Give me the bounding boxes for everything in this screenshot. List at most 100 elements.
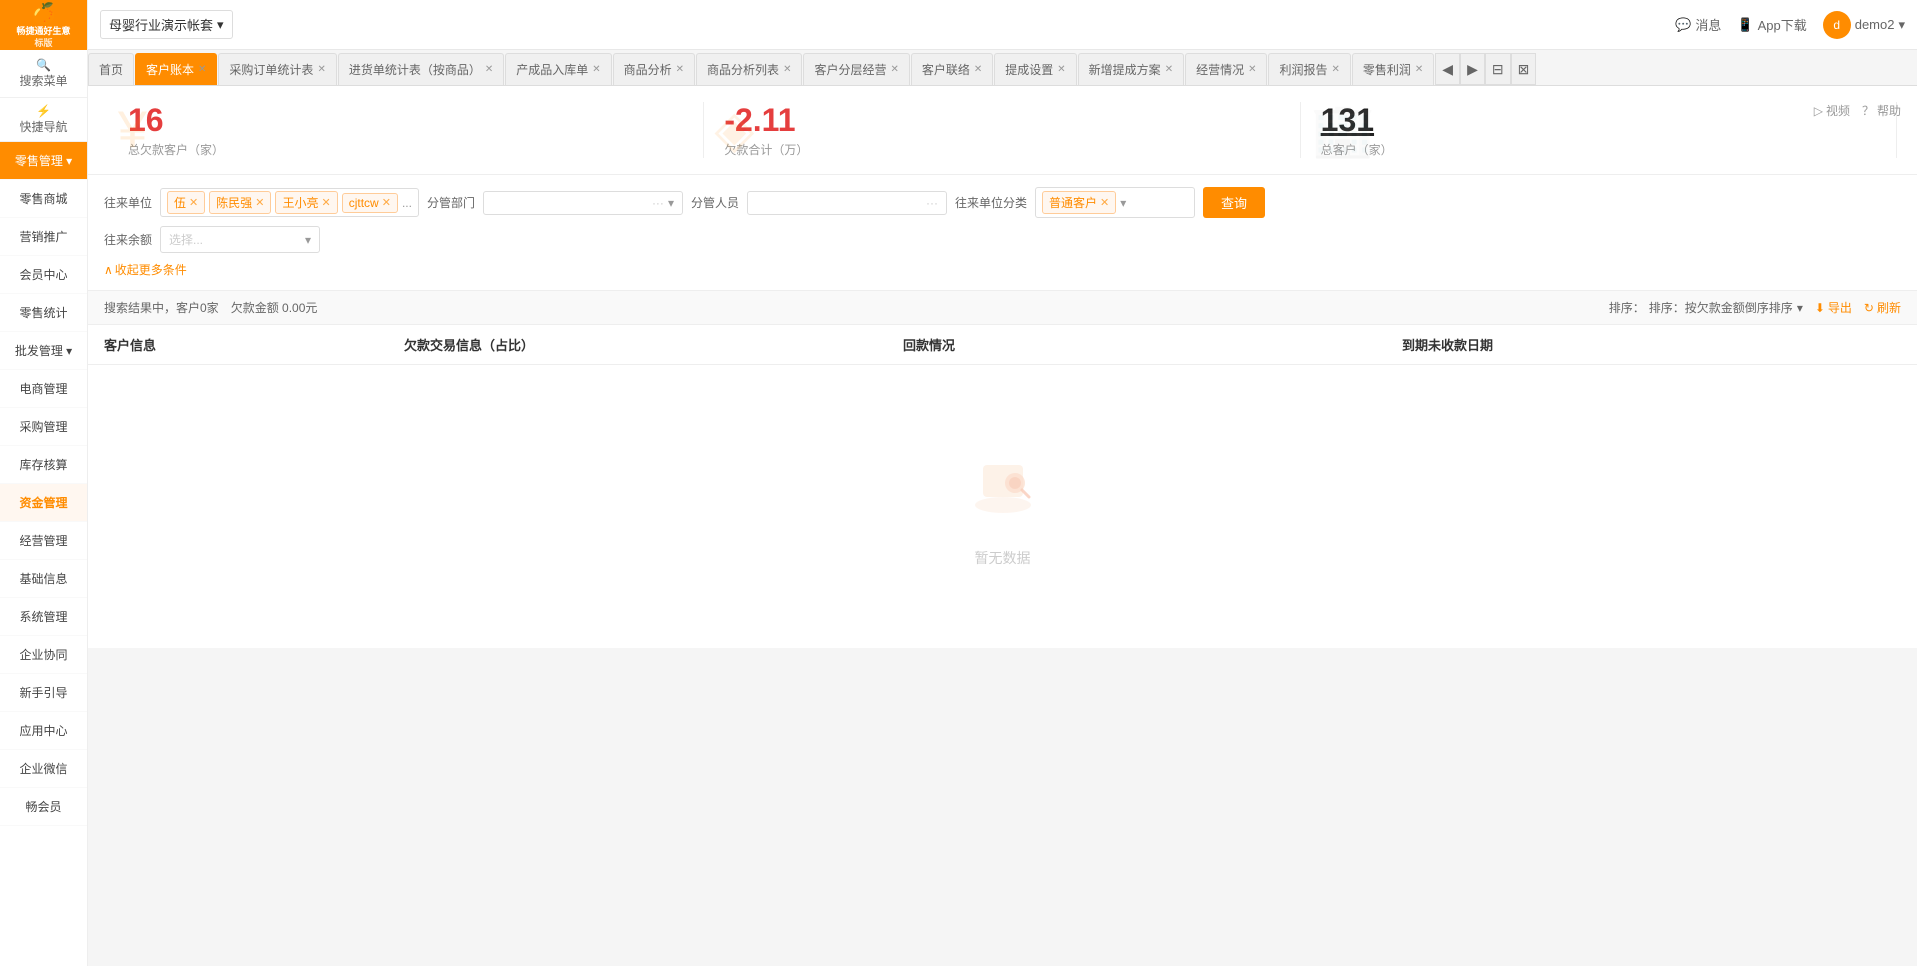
- video-btn[interactable]: ▷ 视频: [1814, 102, 1850, 119]
- tab-close-contact[interactable]: ✕: [974, 64, 982, 75]
- category-label: 往来单位分类: [955, 194, 1027, 211]
- category-tag-close[interactable]: ✕: [1100, 196, 1109, 209]
- sidebar-item-retail-stats[interactable]: 零售统计: [0, 294, 87, 332]
- sidebar-item-enterprise[interactable]: 企业协同: [0, 636, 87, 674]
- sidebar-item-retail-mgmt[interactable]: 零售管理 ▾: [0, 142, 87, 180]
- sidebar-item-appcenter[interactable]: 应用中心: [0, 712, 87, 750]
- tab-production[interactable]: 产成品入库单 ✕: [505, 53, 611, 85]
- topbar-right: 💬 消息 📱 App下载 d demo2 ▾: [1675, 11, 1905, 39]
- tab-close-purchase[interactable]: ✕: [317, 64, 325, 75]
- more-icon: ···: [652, 196, 664, 210]
- unit-tag-cj-close[interactable]: ✕: [382, 196, 391, 209]
- filter-row-1: 往来单位 伍 ✕ 陈民强 ✕ 王小亮 ✕: [104, 187, 1901, 218]
- sort-selector[interactable]: 排序： 排序：按欠款金额倒序排序 ▾: [1609, 299, 1803, 316]
- account-selector[interactable]: 母婴行业演示帐套 ▾: [100, 10, 233, 39]
- table-header: 客户信息 欠款交易信息（占比） 回款情况 到期未收款日期: [88, 325, 1917, 365]
- sidebar-item-basic[interactable]: 基础信息: [0, 560, 87, 598]
- tab-accounts[interactable]: 客户账本 ✕: [135, 53, 217, 85]
- tab-home[interactable]: 首页: [88, 53, 134, 85]
- balance-select[interactable]: 选择... ▾: [160, 226, 320, 253]
- unit-filter-input[interactable]: 伍 ✕ 陈民强 ✕ 王小亮 ✕ cjttcw ✕: [160, 188, 419, 217]
- col-due-date: 到期未收款日期: [1402, 335, 1901, 354]
- app-download-btn[interactable]: 📱 App下载: [1737, 15, 1806, 34]
- col-repayment: 回款情况: [903, 335, 1402, 354]
- tab-minimize-btn[interactable]: ⊟: [1485, 53, 1511, 85]
- query-button[interactable]: 查询: [1203, 187, 1265, 218]
- help-btn[interactable]: ？ 帮助: [1862, 102, 1901, 119]
- unit-filter-more[interactable]: ...: [402, 196, 412, 210]
- tab-goods-list[interactable]: 商品分析列表 ✕: [696, 53, 802, 85]
- tab-close-retailprofit[interactable]: ✕: [1415, 64, 1423, 75]
- tab-close-production[interactable]: ✕: [592, 64, 600, 75]
- stat-bg-icon-customers: ¥: [118, 100, 147, 160]
- sidebar-item-marketing[interactable]: 营销推广: [0, 218, 87, 256]
- tab-close-goodslist[interactable]: ✕: [783, 64, 791, 75]
- dept-select[interactable]: ··· ▾: [483, 191, 683, 215]
- tab-customer-contact[interactable]: 客户联络 ✕: [911, 53, 993, 85]
- collapse-arrow-icon: ∧: [104, 263, 113, 277]
- col-overdue-info: 欠款交易信息（占比）: [404, 335, 903, 354]
- unit-tag-wu-close[interactable]: ✕: [189, 196, 198, 209]
- empty-state: 暂无数据: [88, 365, 1917, 648]
- help-icon: ？: [1862, 102, 1874, 119]
- tab-close-accounts[interactable]: ✕: [198, 64, 206, 75]
- quick-nav[interactable]: ⚡ 快捷导航: [0, 98, 87, 142]
- tab-close-goods[interactable]: ✕: [676, 64, 684, 75]
- chevron-down-icon: ▾: [217, 17, 224, 33]
- result-actions: 排序： 排序：按欠款金额倒序排序 ▾ ⬇ 导出 ↻ 刷新: [1609, 299, 1901, 316]
- sidebar-item-system[interactable]: 系统管理: [0, 598, 87, 636]
- refresh-button[interactable]: ↻ 刷新: [1864, 299, 1901, 316]
- sidebar-item-newguide[interactable]: 新手引导: [0, 674, 87, 712]
- sidebar-item-ecommerce[interactable]: 电商管理: [0, 370, 87, 408]
- sidebar-item-retail-mall[interactable]: 零售商城: [0, 180, 87, 218]
- tab-goods-analysis[interactable]: 商品分析 ✕: [613, 53, 695, 85]
- balance-placeholder: 选择...: [169, 231, 301, 248]
- tabbar: 首页 客户账本 ✕ 采购订单统计表 ✕ 进货单统计表（按商品） ✕ 产成品入库单…: [88, 50, 1917, 86]
- tab-operations[interactable]: 经营情况 ✕: [1185, 53, 1267, 85]
- tab-purchase-orders[interactable]: 采购订单统计表 ✕: [218, 53, 336, 85]
- sidebar-item-operations[interactable]: 经营管理: [0, 522, 87, 560]
- unit-tag-chen-close[interactable]: ✕: [255, 196, 264, 209]
- tab-prev-btn[interactable]: ◀: [1435, 53, 1460, 85]
- tab-close-ops[interactable]: ✕: [1248, 64, 1256, 75]
- messages-btn[interactable]: 💬 消息: [1675, 15, 1721, 34]
- chevron-down-sort: ▾: [1797, 301, 1803, 315]
- tab-new-raise[interactable]: 新增提成方案 ✕: [1078, 53, 1184, 85]
- export-icon: ⬇: [1815, 301, 1825, 315]
- tab-next-btn[interactable]: ▶: [1460, 53, 1485, 85]
- refresh-icon: ↻: [1864, 301, 1874, 315]
- balance-label: 往来余额: [104, 231, 152, 248]
- result-info: 搜索结果中，客户0家 欠款金额 0.00元: [104, 299, 317, 316]
- logo: 🍊 畅捷通好生意 标版: [0, 0, 87, 50]
- tab-maximize-btn[interactable]: ⊠: [1511, 53, 1537, 85]
- unit-tag-wang: 王小亮 ✕: [275, 191, 337, 214]
- tab-raise-settings[interactable]: 提成设置 ✕: [994, 53, 1076, 85]
- user-menu[interactable]: d demo2 ▾: [1823, 11, 1905, 39]
- play-icon: ▷: [1814, 104, 1823, 118]
- logo-icon: 🍊: [31, 1, 56, 26]
- tab-customer-mgmt[interactable]: 客户分层经营 ✕: [803, 53, 909, 85]
- category-select[interactable]: 普通客户 ✕ ▾: [1035, 187, 1195, 218]
- category-tag-normal: 普通客户 ✕: [1042, 191, 1116, 214]
- person-select[interactable]: ···: [747, 191, 947, 215]
- sidebar-item-purchase[interactable]: 采购管理: [0, 408, 87, 446]
- unit-tag-wang-close[interactable]: ✕: [322, 196, 331, 209]
- tab-close-profit[interactable]: ✕: [1332, 64, 1340, 75]
- tab-close-newraise[interactable]: ✕: [1165, 64, 1173, 75]
- search-menu[interactable]: 🔍 搜索菜单: [0, 50, 87, 98]
- tab-close-raise[interactable]: ✕: [1057, 64, 1065, 75]
- collapse-btn[interactable]: ∧ 收起更多条件: [104, 261, 1901, 278]
- sidebar-item-inventory[interactable]: 库存核算: [0, 446, 87, 484]
- tab-close-inventory[interactable]: ✕: [485, 64, 493, 75]
- sidebar-item-wholesale[interactable]: 批发管理 ▾: [0, 332, 87, 370]
- stat-overdue-amount: ◈ -2.11 欠款合计（万）: [704, 102, 1300, 158]
- sidebar-item-member[interactable]: 会员中心: [0, 256, 87, 294]
- sidebar-item-ent-wechat[interactable]: 企业微信: [0, 750, 87, 788]
- export-button[interactable]: ⬇ 导出: [1815, 299, 1852, 316]
- tab-profit[interactable]: 利润报告 ✕: [1268, 53, 1350, 85]
- sidebar-item-vip[interactable]: 畅会员: [0, 788, 87, 826]
- tab-close-custmgmt[interactable]: ✕: [890, 64, 898, 75]
- sidebar-item-finance[interactable]: 资金管理: [0, 484, 87, 522]
- tab-retail-profit[interactable]: 零售利润 ✕: [1352, 53, 1434, 85]
- tab-inventory-stats[interactable]: 进货单统计表（按商品） ✕: [338, 53, 504, 85]
